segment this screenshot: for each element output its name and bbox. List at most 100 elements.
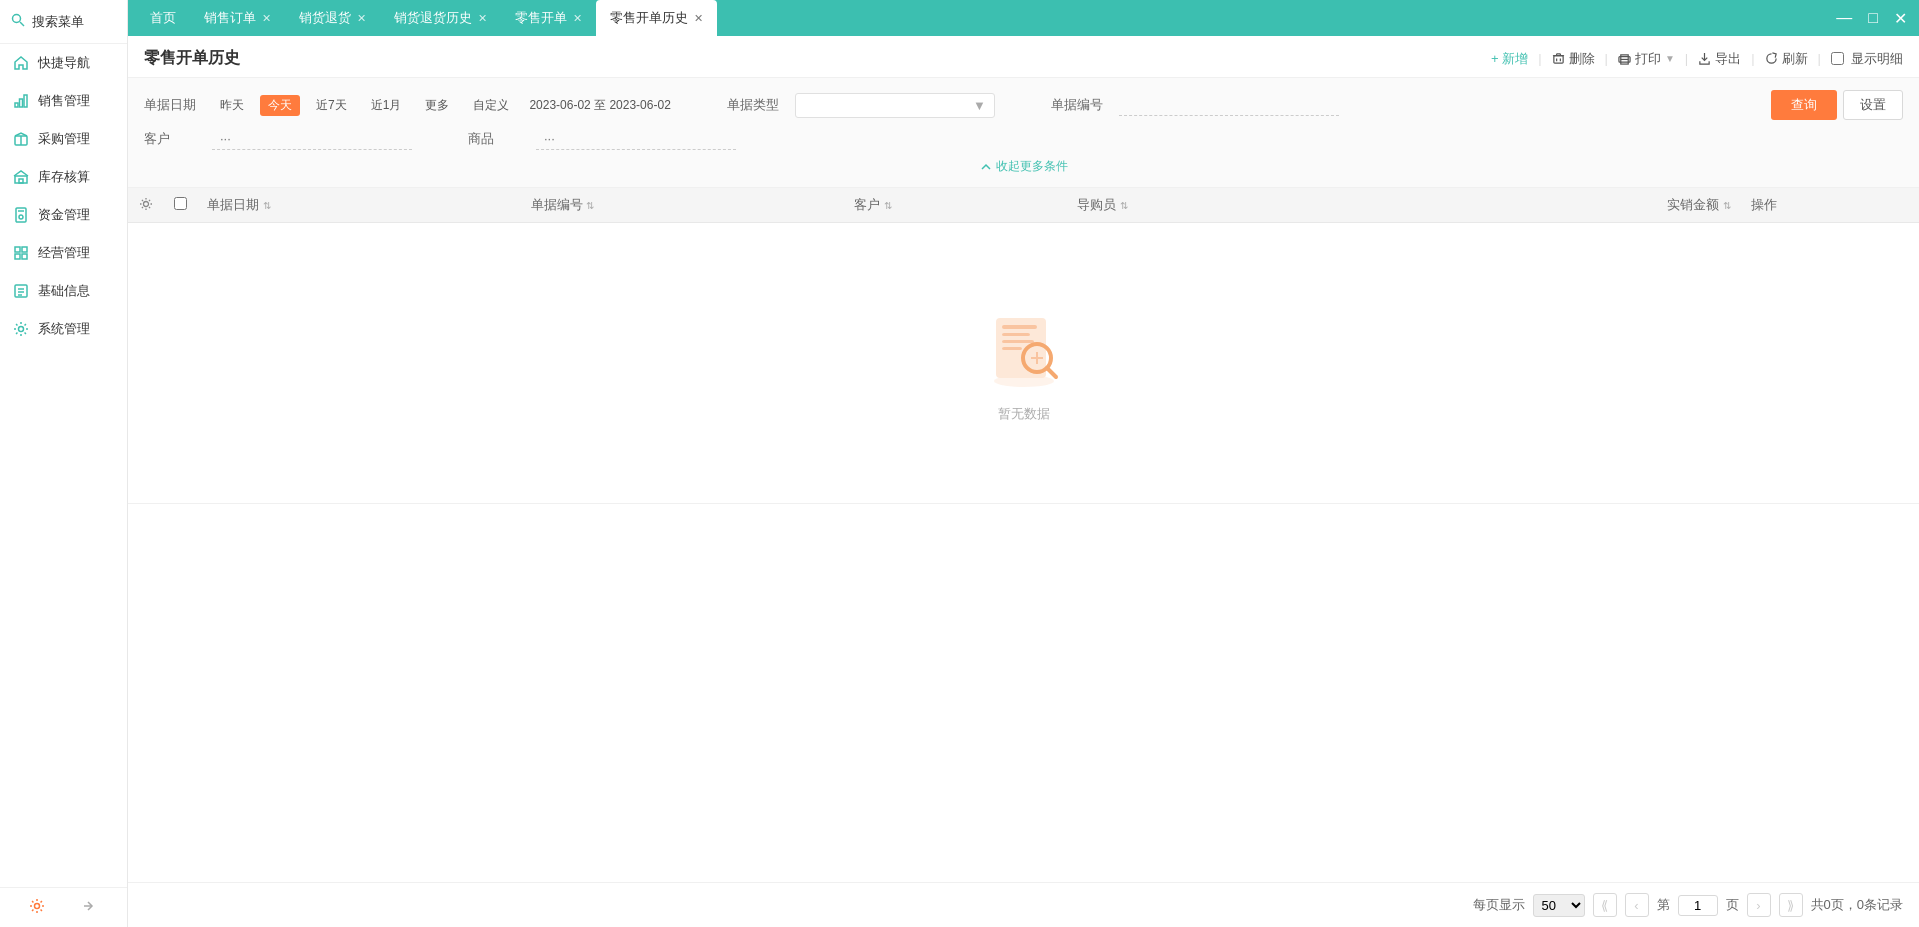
per-page-select[interactable]: 50 10 20 100 bbox=[1533, 894, 1585, 917]
tab-home[interactable]: 首页 bbox=[136, 0, 190, 36]
new-button[interactable]: + 新增 bbox=[1491, 50, 1528, 68]
page-prev-btn[interactable]: ‹ bbox=[1625, 893, 1649, 917]
svg-rect-12 bbox=[15, 247, 20, 252]
th-no[interactable]: 单据编号 ⇅ bbox=[521, 188, 845, 223]
page-first-btn[interactable]: ⟪ bbox=[1593, 893, 1617, 917]
sidebar-item-label: 系统管理 bbox=[38, 320, 90, 338]
th-customer[interactable]: 客户 ⇅ bbox=[844, 188, 1067, 223]
th-action-label: 操作 bbox=[1751, 197, 1777, 212]
finance-icon bbox=[12, 206, 30, 224]
tab-close-all-icon[interactable]: ✕ bbox=[1890, 9, 1911, 28]
sidebar-item-sys-mgmt[interactable]: 系统管理 bbox=[0, 310, 127, 348]
order-type-select[interactable]: ▼ bbox=[795, 93, 995, 118]
settings-button[interactable]: 设置 bbox=[1843, 90, 1903, 120]
content-area: 零售开单历史 + 新增 | 删除 | bbox=[128, 36, 1919, 927]
per-page-label: 每页显示 bbox=[1473, 896, 1525, 914]
th-amount[interactable]: 实销金额 ⇅ bbox=[1417, 188, 1741, 223]
sort-no-icon: ⇅ bbox=[586, 200, 594, 211]
sidebar: 搜索菜单 快捷导航 销售管理 采购管理 bbox=[0, 0, 128, 927]
svg-point-0 bbox=[13, 15, 21, 23]
sidebar-item-operations[interactable]: 经营管理 bbox=[0, 234, 127, 272]
svg-line-40 bbox=[1047, 368, 1056, 377]
sort-amount-icon: ⇅ bbox=[1723, 200, 1731, 211]
delete-label: 删除 bbox=[1569, 50, 1595, 68]
more-btn[interactable]: 更多 bbox=[417, 95, 457, 116]
svg-rect-35 bbox=[1002, 325, 1037, 329]
collapse-btn[interactable]: 收起更多条件 bbox=[144, 158, 1903, 175]
yesterday-btn[interactable]: 昨天 bbox=[212, 95, 252, 116]
filter-area: 单据日期 昨天 今天 近7天 近1月 更多 自定义 2023-06-02 至 2… bbox=[128, 78, 1919, 188]
order-type-arrow: ▼ bbox=[973, 98, 986, 113]
th-date-label: 单据日期 bbox=[207, 197, 259, 212]
settings-bottom-icon[interactable] bbox=[29, 898, 45, 917]
svg-point-10 bbox=[19, 215, 23, 219]
th-guide[interactable]: 导购员 ⇅ bbox=[1067, 188, 1340, 223]
tab-retail-open-history[interactable]: 零售开单历史 ✕ bbox=[596, 0, 717, 36]
display-detail-checkbox[interactable] bbox=[1831, 52, 1844, 65]
box-icon bbox=[12, 130, 30, 148]
svg-rect-2 bbox=[15, 103, 18, 107]
sidebar-item-quick-nav[interactable]: 快捷导航 bbox=[0, 44, 127, 82]
sort-customer-icon: ⇅ bbox=[884, 200, 892, 211]
page-input[interactable]: 1 bbox=[1678, 895, 1718, 916]
query-button[interactable]: 查询 bbox=[1771, 90, 1837, 120]
sidebar-search[interactable]: 搜索菜单 bbox=[0, 0, 127, 44]
sidebar-item-label: 库存核算 bbox=[38, 168, 90, 186]
select-all-checkbox[interactable] bbox=[174, 197, 187, 210]
tab-sales-return-history[interactable]: 销货退货历史 ✕ bbox=[380, 0, 501, 36]
th-settings[interactable] bbox=[128, 188, 164, 223]
last-month-btn[interactable]: 近1月 bbox=[363, 95, 410, 116]
refresh-button[interactable]: 刷新 bbox=[1765, 50, 1808, 68]
sort-guide-icon: ⇅ bbox=[1120, 200, 1128, 211]
page-unit: 页 bbox=[1726, 896, 1739, 914]
sidebar-item-inventory[interactable]: 库存核算 bbox=[0, 158, 127, 196]
tab-retail-open-close[interactable]: ✕ bbox=[573, 12, 582, 25]
tab-maximize-icon[interactable]: □ bbox=[1864, 9, 1882, 27]
last7-btn[interactable]: 近7天 bbox=[308, 95, 355, 116]
delete-button[interactable]: 删除 bbox=[1552, 50, 1595, 68]
tab-retail-open[interactable]: 零售开单 ✕ bbox=[501, 0, 596, 36]
tab-sales-order[interactable]: 销售订单 ✕ bbox=[190, 0, 285, 36]
tab-bar-right: — □ ✕ bbox=[1832, 9, 1911, 28]
export-button[interactable]: 导出 bbox=[1698, 50, 1741, 68]
print-button[interactable]: 打印 ▼ bbox=[1618, 50, 1675, 68]
custom-btn[interactable]: 自定义 bbox=[465, 95, 517, 116]
tab-sales-order-close[interactable]: ✕ bbox=[262, 12, 271, 25]
collapse-sidebar-icon[interactable] bbox=[82, 898, 98, 917]
sidebar-item-label: 经营管理 bbox=[38, 244, 90, 262]
svg-rect-3 bbox=[20, 99, 23, 107]
svg-point-20 bbox=[19, 327, 24, 332]
th-action: 操作 bbox=[1741, 188, 1919, 223]
svg-line-1 bbox=[20, 22, 24, 26]
tab-retail-open-history-close[interactable]: ✕ bbox=[694, 12, 703, 25]
tab-sales-return-history-close[interactable]: ✕ bbox=[478, 12, 487, 25]
goods-input[interactable] bbox=[536, 128, 736, 150]
tab-home-label: 首页 bbox=[150, 9, 176, 27]
sidebar-item-label: 快捷导航 bbox=[38, 54, 90, 72]
sidebar-item-label: 基础信息 bbox=[38, 282, 90, 300]
sidebar-search-label: 搜索菜单 bbox=[32, 13, 84, 31]
svg-rect-37 bbox=[1002, 340, 1034, 343]
tab-minimize-icon[interactable]: — bbox=[1832, 9, 1856, 27]
order-no-input[interactable] bbox=[1119, 94, 1339, 116]
sidebar-item-sales-mgmt[interactable]: 销售管理 bbox=[0, 82, 127, 120]
svg-point-21 bbox=[34, 904, 39, 909]
th-checkbox[interactable] bbox=[164, 188, 197, 223]
empty-text: 暂无数据 bbox=[998, 405, 1050, 423]
page-next-btn[interactable]: › bbox=[1747, 893, 1771, 917]
sidebar-item-purchase-mgmt[interactable]: 采购管理 bbox=[0, 120, 127, 158]
sort-date-icon: ⇅ bbox=[263, 200, 271, 211]
th-date[interactable]: 单据日期 ⇅ bbox=[197, 188, 521, 223]
today-btn[interactable]: 今天 bbox=[260, 95, 300, 116]
sidebar-item-label: 资金管理 bbox=[38, 206, 90, 224]
tab-sales-return[interactable]: 销货退货 ✕ bbox=[285, 0, 380, 36]
display-detail-toggle[interactable]: 显示明细 bbox=[1831, 50, 1903, 68]
sidebar-item-finance[interactable]: 资金管理 bbox=[0, 196, 127, 234]
tab-sales-return-close[interactable]: ✕ bbox=[357, 12, 366, 25]
warehouse-icon bbox=[12, 168, 30, 186]
sidebar-item-base-info[interactable]: 基础信息 bbox=[0, 272, 127, 310]
table-head: 单据日期 ⇅ 单据编号 ⇅ 客户 ⇅ 导购员 bbox=[128, 188, 1919, 223]
customer-input[interactable] bbox=[212, 128, 412, 150]
search-icon bbox=[10, 12, 26, 31]
page-last-btn[interactable]: ⟫ bbox=[1779, 893, 1803, 917]
